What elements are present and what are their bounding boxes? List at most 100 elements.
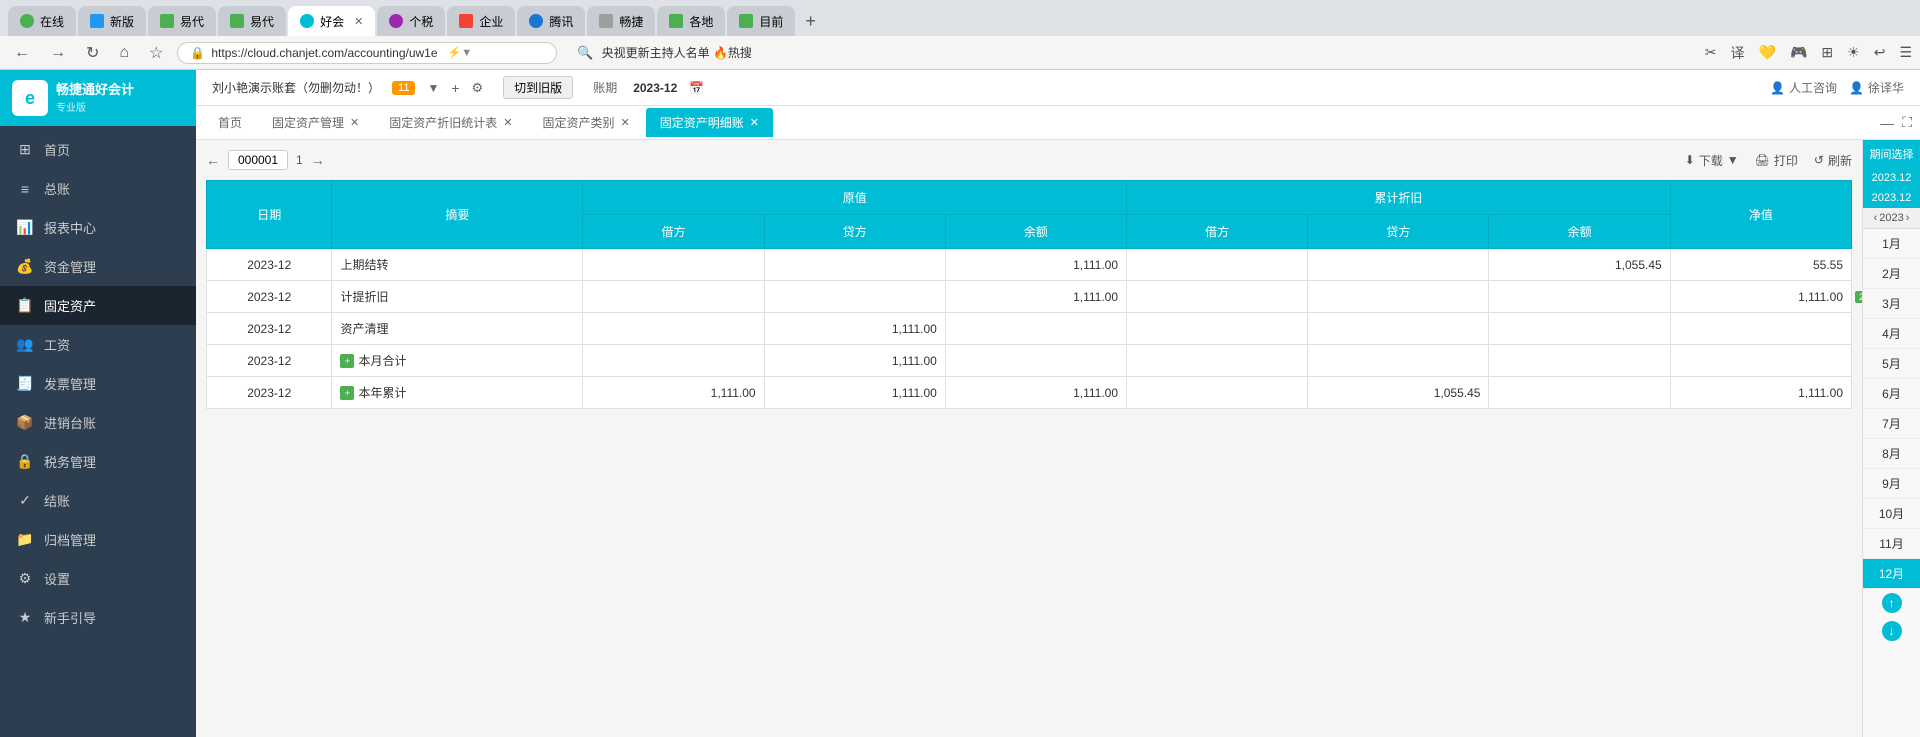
logo-icon: e [25,88,35,109]
top-bar: 刘小艳演示账套（勿删勿动！） 11 ▼ + ⚙ 切到旧版 账期 2023-12 … [196,70,1920,106]
chevron-left-icon[interactable]: ‹ [1874,212,1878,224]
period-month-9[interactable]: 9月 [1863,469,1920,499]
browser-tab-geshui[interactable]: 个税 [377,6,445,36]
sidebar-item-reports[interactable]: 📊 报表中心 [0,208,196,247]
gamepad-icon[interactable]: 🎮 [1790,44,1807,61]
sidebar-item-home[interactable]: ⊞ 首页 [0,130,196,169]
print-button[interactable]: 🖨 打印 [1755,152,1798,169]
reports-icon: 📊 [16,219,34,237]
table-row: 2023-12 上期结转 1,111.00 1,055.45 55.55 [207,249,1852,281]
chevron-right-icon[interactable]: › [1906,212,1910,224]
prev-page-button[interactable]: ← [206,152,220,168]
address-bar[interactable]: 🔒 https://cloud.chanjet.com/accounting/u… [177,42,557,64]
period-month-2[interactable]: 2月 [1863,259,1920,289]
period-month-12[interactable]: 12月 [1863,559,1920,589]
cell-orig-balance [945,345,1126,377]
sidebar-logo: e [12,80,48,116]
browser-tab-online[interactable]: 在线 [8,6,76,36]
sidebar-header: e 畅捷通好会计 专业版 [0,70,196,126]
row-summary-text: 本月合计 [358,352,406,369]
bookmark-button[interactable]: ☆ [143,41,169,65]
grid-icon[interactable]: ⊞ [1821,44,1833,61]
tab-depreciation-stats[interactable]: 固定资产折旧统计表 ✕ [375,108,526,137]
tab-close-asset-category[interactable]: ✕ [621,116,630,129]
period-month-4[interactable]: 4月 [1863,319,1920,349]
translate-icon[interactable]: 译 [1731,43,1745,63]
browser-tab-changjie[interactable]: 畅捷 [587,6,655,36]
sidebar-item-invoices[interactable]: 🧾 发票管理 [0,364,196,403]
tab-close-depreciation-stats[interactable]: ✕ [503,116,512,129]
refresh-button[interactable]: ↺ 刷新 [1814,152,1852,169]
sidebar-item-guide[interactable]: ★ 新手引导 [0,598,196,637]
sun-icon[interactable]: ☀ [1847,44,1860,61]
next-page-button[interactable]: → [311,152,325,168]
sidebar-item-fixed-assets[interactable]: 📋 固定资产 [0,286,196,325]
sidebar-item-payroll[interactable]: 👥 工资 [0,325,196,364]
top-bar-actions: 👤 人工咨询 👤 徐译华 [1770,79,1904,96]
new-tab-button[interactable]: + [797,7,824,36]
fixed-assets-icon: 📋 [16,297,34,315]
period-month-3[interactable]: 3月 [1863,289,1920,319]
scissors-icon[interactable]: ✂ [1705,44,1717,61]
year-label: 2023 [1879,212,1903,224]
maximize-tab-icon[interactable]: ⛶ [1902,114,1912,131]
period-month-8[interactable]: 8月 [1863,439,1920,469]
period-month-6[interactable]: 6月 [1863,379,1920,409]
tab-asset-detail[interactable]: 固定资产明细账 ✕ [646,108,773,137]
undo-icon[interactable]: ↩ [1874,44,1886,61]
cell-date: 2023-12 [207,345,332,377]
sidebar-item-ledger[interactable]: ≡ 总账 [0,169,196,208]
dropdown-arrow[interactable]: ▼ [427,81,439,95]
th-summary: 摘要 [332,181,583,249]
tab-close-icon[interactable]: ✕ [354,15,363,28]
sidebar-label-tax: 税务管理 [44,452,96,471]
scroll-down-button[interactable]: ↓ [1882,621,1902,641]
period-month-10[interactable]: 10月 [1863,499,1920,529]
calendar-icon[interactable]: 📅 [689,81,704,95]
home-icon: ⊞ [16,141,34,159]
minimize-tab-icon[interactable]: — [1880,115,1894,131]
action-buttons: ⬇ 下载 ▼ 🖨 打印 ↺ 刷新 [1685,152,1852,169]
reload-button[interactable]: ↻ [80,41,105,65]
forward-button[interactable]: → [44,42,72,64]
period-month-7[interactable]: 7月 [1863,409,1920,439]
period-month-11[interactable]: 11月 [1863,529,1920,559]
switch-to-old-button[interactable]: 切到旧版 [503,76,573,99]
period-month-1[interactable]: 1月 [1863,229,1920,259]
browser-tab-qiye[interactable]: 企业 [447,6,515,36]
sidebar-item-settings[interactable]: ⚙ 设置 [0,559,196,598]
sidebar-item-archive[interactable]: 📁 归档管理 [0,520,196,559]
browser-tab-yidai2[interactable]: 易代 [218,6,286,36]
wallet-icon[interactable]: 💛 [1759,44,1776,61]
browser-tab-muqian[interactable]: 目前 [727,6,795,36]
tab-close-asset-detail[interactable]: ✕ [750,116,759,129]
period-month-5[interactable]: 5月 [1863,349,1920,379]
add-icon[interactable]: + [451,80,459,96]
tab-fixed-asset-mgmt[interactable]: 固定资产管理 ✕ [258,108,373,137]
download-button[interactable]: ⬇ 下载 ▼ [1685,152,1739,169]
address-icons: ⚡▼ [448,46,473,59]
sidebar-item-funds[interactable]: 💰 资金管理 [0,247,196,286]
sidebar-item-close[interactable]: ✓ 结账 [0,481,196,520]
table-row: 2023-12 资产清理 1,111.00 [207,313,1852,345]
tab-asset-category[interactable]: 固定资产类别 ✕ [528,108,643,137]
menu-icon[interactable]: ☰ [1899,44,1912,61]
page-number-input[interactable] [228,150,288,170]
support-button[interactable]: 👤 人工咨询 [1770,79,1837,96]
cell-orig-balance: 1,111.00 [945,249,1126,281]
user-button[interactable]: 👤 徐译华 [1849,79,1904,96]
browser-tab-gedi[interactable]: 各地 [657,6,725,36]
browser-tab-yidai1[interactable]: 易代 [148,6,216,36]
tab-home[interactable]: 首页 [204,108,256,137]
settings-small-icon[interactable]: ⚙ [472,80,484,96]
tab-close-fixed-asset-mgmt[interactable]: ✕ [350,116,359,129]
browser-tab-tencent[interactable]: 腾讯 [517,6,585,36]
sidebar-item-inventory[interactable]: 📦 进销台账 [0,403,196,442]
period-selected-end: 2023.12 [1863,188,1920,208]
browser-tab-new[interactable]: 新版 [78,6,146,36]
scroll-up-button[interactable]: ↑ [1882,593,1902,613]
home-button[interactable]: ⌂ [113,42,135,64]
browser-tab-haohui[interactable]: 好会 ✕ [288,6,375,36]
back-button[interactable]: ← [8,42,36,64]
sidebar-item-tax[interactable]: 🔒 税务管理 [0,442,196,481]
